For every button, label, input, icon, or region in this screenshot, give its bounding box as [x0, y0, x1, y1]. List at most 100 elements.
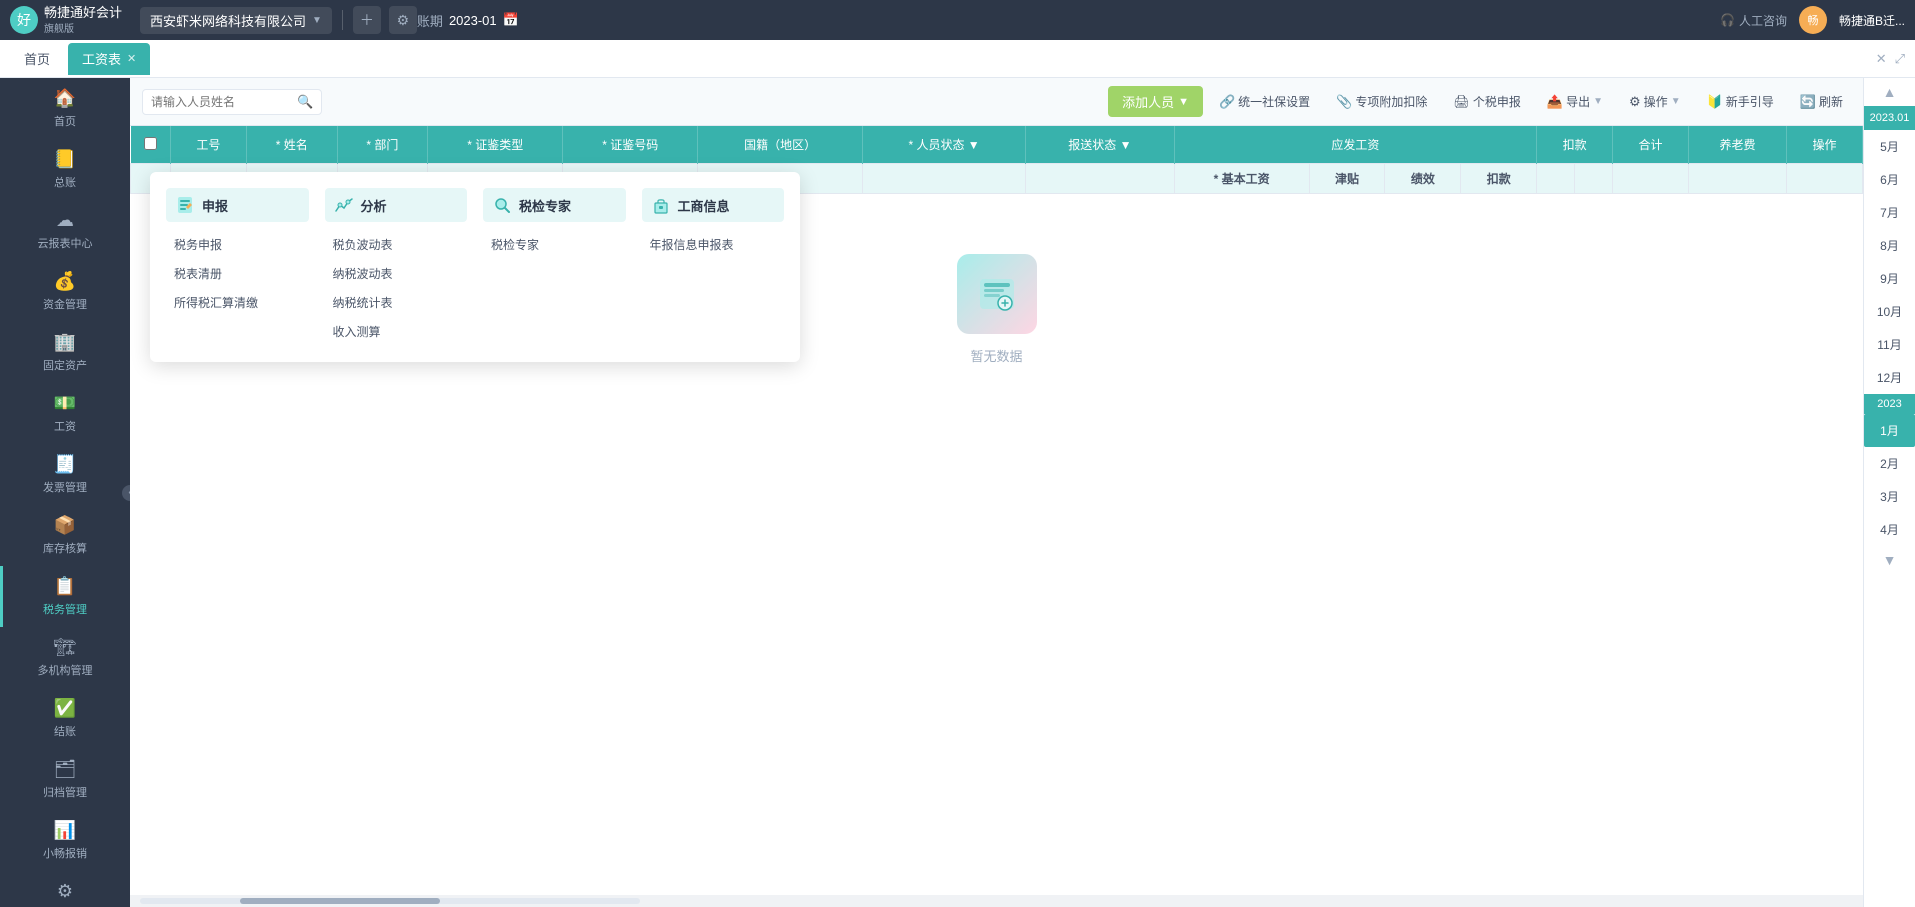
invoice-icon: 🧾: [54, 454, 76, 475]
col-nationality: 国籍（地区）: [698, 126, 863, 164]
sidebar-item-invoice[interactable]: 🧾 发票管理: [0, 444, 130, 505]
operation-btn[interactable]: ⚙ 操作 ▼: [1621, 89, 1689, 114]
cal-month-10[interactable]: 10月: [1864, 295, 1915, 328]
tax-icon: 📋: [54, 576, 76, 597]
cal-month-2-2023[interactable]: 2月: [1864, 447, 1915, 480]
add-staff-button[interactable]: 添加人员 ▼: [1108, 86, 1203, 117]
menu-item-tax-fluctuation[interactable]: 纳税波动表: [325, 259, 468, 288]
menu-item-tax-burden[interactable]: 税负波动表: [325, 230, 468, 259]
export-btn[interactable]: 📤 导出 ▼: [1539, 89, 1611, 114]
sidebar-item-fixed-assets[interactable]: 🏢 固定资产: [0, 322, 130, 383]
cal-month-5[interactable]: 5月: [1864, 130, 1915, 163]
cal-month-6[interactable]: 6月: [1864, 163, 1915, 196]
sidebar-multi-org-label: 多机构管理: [38, 662, 93, 678]
ledger-icon: 📒: [54, 149, 76, 170]
scroll-bar-thumb[interactable]: [240, 898, 440, 904]
search-icon: 🔍: [297, 94, 313, 110]
cal-month-11[interactable]: 11月: [1864, 328, 1915, 361]
header-actions: ＋ ⚙: [353, 6, 417, 34]
sidebar-item-settle[interactable]: ✅ 结账: [0, 688, 130, 749]
search-input[interactable]: [151, 95, 291, 109]
cal-prev-btn[interactable]: ▲: [1876, 78, 1904, 106]
period-calendar-icon[interactable]: 📅: [503, 12, 519, 28]
sidebar-invoice-label: 发票管理: [43, 479, 87, 495]
headset-icon: 🎧: [1720, 13, 1735, 27]
xiao-chang-icon: 📊: [54, 820, 76, 841]
multi-org-icon: 🏗: [54, 637, 77, 658]
sidebar-item-tax[interactable]: 📋 税务管理: [0, 566, 130, 627]
menu-cat-declare-title: 申报: [166, 188, 309, 222]
cal-month-7[interactable]: 7月: [1864, 196, 1915, 229]
menu-category-declare: 申报 税务申报 税表清册 所得税汇算清缴: [166, 188, 309, 346]
dropdown-menu: 申报 税务申报 税表清册 所得税汇算清缴: [150, 172, 800, 362]
expert-cat-icon: [491, 194, 513, 216]
sidebar-item-cloud-report[interactable]: ☁ 云报表中心: [0, 200, 130, 261]
menu-item-tax-table[interactable]: 税表清册: [166, 259, 309, 288]
cal-month-3-2023[interactable]: 3月: [1864, 480, 1915, 513]
main-layout: ‹ 🏠 首页 📒 总账 ☁ 云报表中心 💰 资金管理 🏢 固定资产 💵 工资 🧾…: [0, 78, 1915, 907]
scroll-bar-track[interactable]: [140, 898, 640, 904]
operation-icon: ⚙: [1629, 94, 1641, 110]
user-avatar[interactable]: 畅: [1799, 6, 1827, 34]
content-area: 🔍 添加人员 ▼ 🔗 统一社保设置 📎 专项附加扣除 🖨 个税申报: [130, 78, 1863, 907]
menu-cat-business-title: 工商信息: [642, 188, 785, 222]
menu-item-tax-declare[interactable]: 税务申报: [166, 230, 309, 259]
cal-month-12[interactable]: 12月: [1864, 361, 1915, 394]
sidebar-item-multi-org[interactable]: 🏗 多机构管理: [0, 627, 130, 688]
declare-cat-label: 申报: [202, 196, 228, 215]
special-deduct-btn[interactable]: 📎 专项附加扣除: [1328, 89, 1435, 114]
sidebar-item-ledger[interactable]: 📒 总账: [0, 139, 130, 200]
sidebar-item-fund[interactable]: 💰 资金管理: [0, 261, 130, 322]
cal-month-1-2023[interactable]: 1月: [1864, 414, 1915, 447]
refresh-icon: 🔄: [1800, 94, 1816, 110]
add-icon-btn[interactable]: ＋: [353, 6, 381, 34]
company-dropdown-arrow: ▼: [312, 15, 322, 26]
cal-year-2022: 2023.01: [1864, 106, 1915, 130]
menu-item-annual-report[interactable]: 年报信息申报表: [642, 230, 785, 259]
social-security-label: 统一社保设置: [1238, 93, 1310, 110]
sidebar-item-archive[interactable]: 🗂 归档管理: [0, 749, 130, 810]
settings-icon-btn[interactable]: ⚙: [389, 6, 417, 34]
cal-month-9[interactable]: 9月: [1864, 262, 1915, 295]
tab-salary-close[interactable]: ✕: [127, 52, 136, 65]
cal-month-4-2023[interactable]: 4月: [1864, 513, 1915, 546]
company-selector[interactable]: 西安虾米网络科技有限公司 ▼: [140, 7, 332, 34]
menu-item-income-tax[interactable]: 所得税汇算清缴: [166, 288, 309, 317]
window-restore-btn[interactable]: ⤢: [1895, 51, 1905, 67]
col-dept: * 部门: [337, 126, 428, 164]
sidebar-item-inventory[interactable]: 📦 库存核算: [0, 505, 130, 566]
sidebar-tax-label: 税务管理: [43, 601, 87, 617]
cal-next-btn[interactable]: ▼: [1876, 546, 1904, 574]
social-security-btn[interactable]: 🔗 统一社保设置: [1211, 89, 1318, 114]
subcol-allowance: 津贴: [1309, 164, 1385, 194]
menu-cat-analysis-title: 分析: [325, 188, 468, 222]
tax-report-btn[interactable]: 🖨 个税申报: [1445, 89, 1529, 114]
sidebar-item-basic[interactable]: ⚙ 基础设置: [0, 871, 130, 907]
menu-item-tax-stats[interactable]: 纳税统计表: [325, 288, 468, 317]
col-checkbox[interactable]: [131, 126, 171, 164]
tab-home[interactable]: 首页: [10, 43, 64, 75]
menu-category-tax-expert: 税检专家 税检专家: [483, 188, 626, 346]
sidebar-item-salary[interactable]: 💵 工资: [0, 383, 130, 444]
menu-item-income-calc[interactable]: 收入测算: [325, 317, 468, 346]
select-all-checkbox[interactable]: [144, 137, 157, 150]
sidebar-ledger-label: 总账: [54, 174, 76, 190]
cal-month-8[interactable]: 8月: [1864, 229, 1915, 262]
refresh-label: 刷新: [1819, 93, 1843, 110]
guide-btn[interactable]: 🔰 新手引导: [1699, 89, 1782, 114]
refresh-btn[interactable]: 🔄 刷新: [1792, 89, 1851, 114]
sidebar-inventory-label: 库存核算: [43, 540, 87, 556]
sidebar-item-home[interactable]: 🏠 首页: [0, 78, 130, 139]
col-total: 合计: [1613, 126, 1689, 164]
logo-area: 好 畅捷通好会计 旗舰版: [10, 5, 140, 36]
search-input-wrap[interactable]: 🔍: [142, 89, 322, 115]
menu-item-tax-expert[interactable]: 税检专家: [483, 230, 626, 259]
sidebar-item-xiao-chang[interactable]: 📊 小畅报销: [0, 810, 130, 871]
tab-salary[interactable]: 工资表 ✕: [68, 43, 150, 75]
window-close-btn[interactable]: ✕: [1876, 51, 1887, 67]
toolbar: 🔍 添加人员 ▼ 🔗 统一社保设置 📎 专项附加扣除 🖨 个税申报: [130, 78, 1863, 126]
customer-service-btn[interactable]: 🎧 人工咨询: [1720, 12, 1787, 29]
empty-text: 暂无数据: [970, 346, 1022, 365]
sidebar-fund-label: 资金管理: [43, 296, 87, 312]
menu-category-business: 工商信息 年报信息申报表: [642, 188, 785, 346]
